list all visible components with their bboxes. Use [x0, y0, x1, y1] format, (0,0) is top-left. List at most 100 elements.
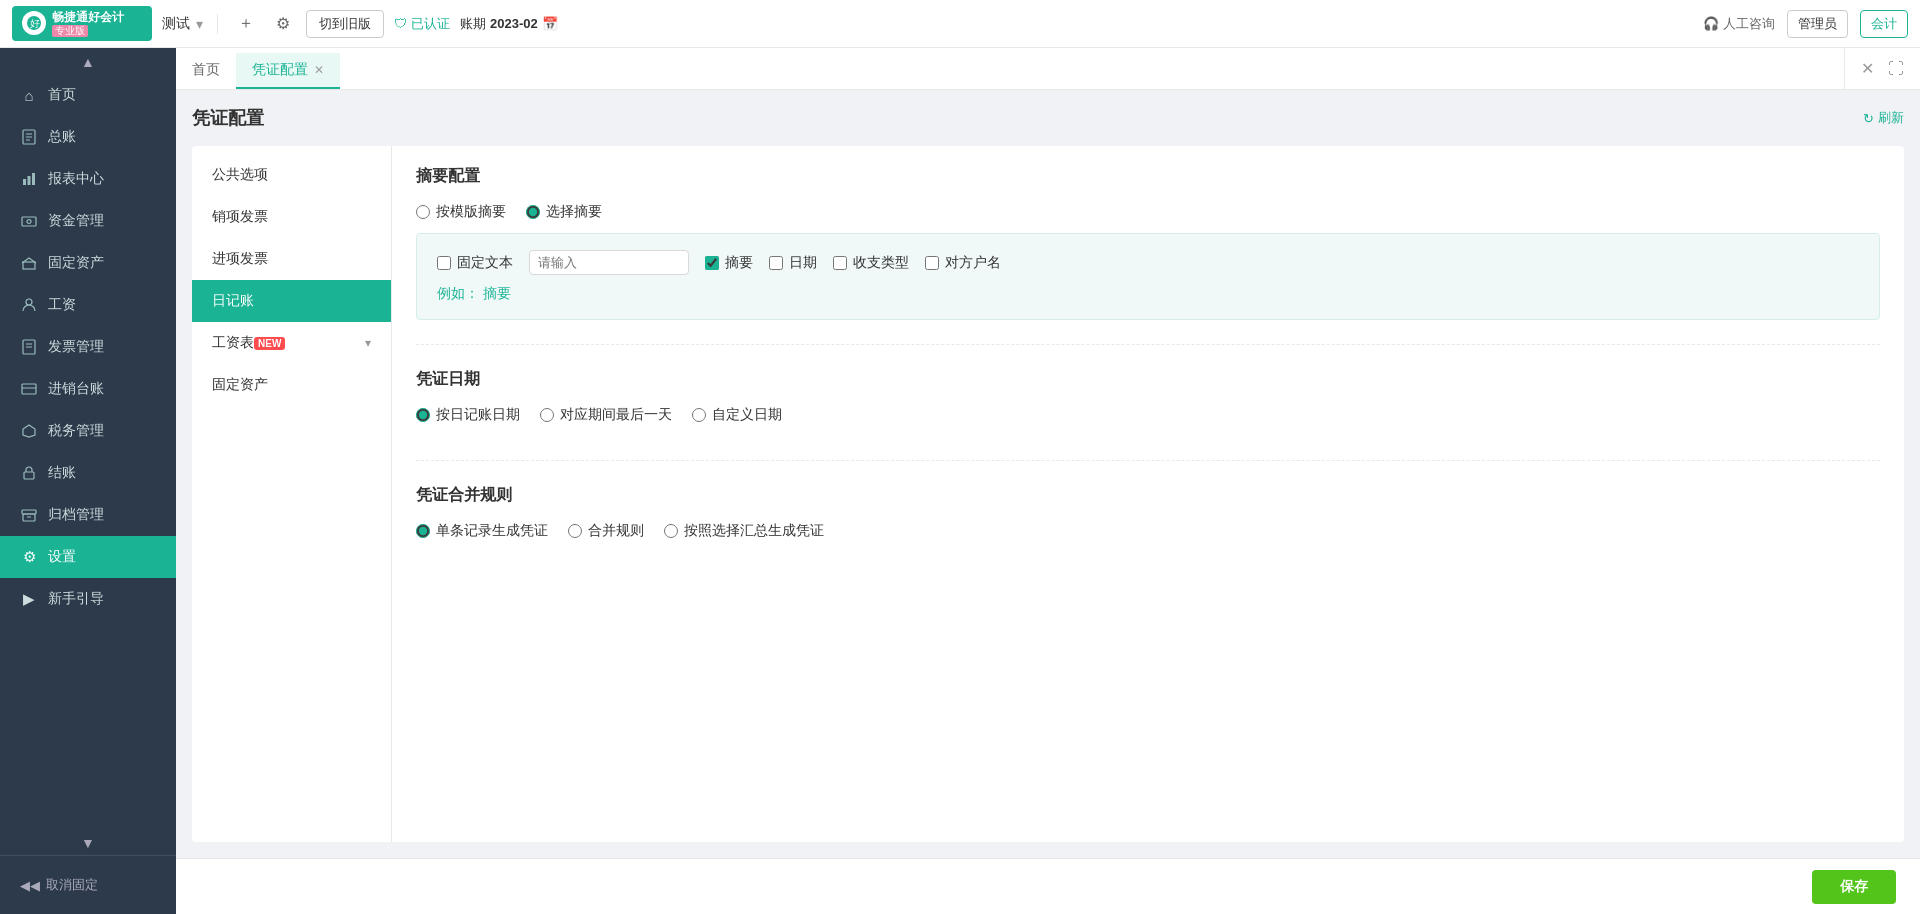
- footer-bar: 保存: [176, 858, 1920, 914]
- salary-icon: [20, 296, 38, 314]
- date-journal-option[interactable]: 按日记账日期: [416, 406, 520, 424]
- merge-title: 凭证合并规则: [416, 485, 1880, 506]
- left-menu-item-journal[interactable]: 日记账: [192, 280, 391, 322]
- example-prefix: 例如：: [437, 285, 479, 301]
- left-menu-item-purchase-invoice[interactable]: 进项发票: [192, 238, 391, 280]
- date-custom-option[interactable]: 自定义日期: [692, 406, 782, 424]
- pro-badge: 专业版: [52, 25, 88, 37]
- sidebar-item-ledger[interactable]: 总账: [0, 116, 176, 158]
- tab-close-button[interactable]: ✕: [1857, 57, 1878, 80]
- fixed-text-input[interactable]: [529, 250, 689, 275]
- workspace-dropdown-icon[interactable]: ▾: [196, 16, 203, 32]
- summary-checkbox[interactable]: [705, 256, 719, 270]
- counterparty-checkbox-label[interactable]: 对方户名: [925, 254, 1001, 272]
- date-journal-label: 按日记账日期: [436, 406, 520, 424]
- summary-template-option[interactable]: 按模版摘要: [416, 203, 506, 221]
- date-label: 日期: [789, 254, 817, 272]
- date-checkbox-label[interactable]: 日期: [769, 254, 817, 272]
- period-info: 账期 2023-02 📅: [460, 15, 558, 33]
- settings-icon: ⚙: [20, 548, 38, 566]
- refresh-button[interactable]: ↻ 刷新: [1863, 109, 1904, 127]
- sidebar-item-label: 资金管理: [48, 212, 104, 230]
- date-checkbox[interactable]: [769, 256, 783, 270]
- sidebar-item-home[interactable]: ⌂ 首页: [0, 74, 176, 116]
- summary-title: 摘要配置: [416, 166, 1880, 187]
- sidebar-item-label: 固定资产: [48, 254, 104, 272]
- merge-rule-radio[interactable]: [568, 524, 582, 538]
- sidebar-item-tax[interactable]: 税务管理: [0, 410, 176, 452]
- sidebar-item-label: 工资: [48, 296, 76, 314]
- merge-single-option[interactable]: 单条记录生成凭证: [416, 522, 548, 540]
- settings-button[interactable]: ⚙: [270, 10, 296, 37]
- divider-1: [217, 14, 218, 34]
- sidebar-item-report[interactable]: 报表中心: [0, 158, 176, 200]
- sidebar-item-cash[interactable]: 资金管理: [0, 200, 176, 242]
- merge-select-summary-label: 按照选择汇总生成凭证: [684, 522, 824, 540]
- merge-rule-option[interactable]: 合并规则: [568, 522, 644, 540]
- svg-rect-8: [32, 173, 35, 185]
- summary-template-radio[interactable]: [416, 205, 430, 219]
- section-date: 凭证日期 按日记账日期 对应期间最后一天: [416, 369, 1880, 461]
- sidebar-item-archive[interactable]: 归档管理: [0, 494, 176, 536]
- logo-icon: 好: [22, 11, 46, 35]
- date-period-last-option[interactable]: 对应期间最后一天: [540, 406, 672, 424]
- pin-button[interactable]: ◀◀ 取消固定: [0, 866, 176, 904]
- save-button[interactable]: 保存: [1812, 870, 1896, 904]
- support-button[interactable]: 🎧 人工咨询: [1703, 15, 1775, 33]
- tab-close-icon[interactable]: ✕: [314, 63, 324, 77]
- date-custom-radio[interactable]: [692, 408, 706, 422]
- example-value: 摘要: [483, 285, 511, 301]
- svg-point-10: [27, 220, 31, 224]
- sidebar-item-sales[interactable]: 进销台账: [0, 368, 176, 410]
- section-merge: 凭证合并规则 单条记录生成凭证 合并规则: [416, 485, 1880, 576]
- fixed-text-checkbox[interactable]: [437, 256, 451, 270]
- sidebar-item-guide[interactable]: ▶ 新手引导: [0, 578, 176, 620]
- sidebar-scroll-up[interactable]: ▲: [0, 50, 176, 74]
- example-row: 例如： 摘要: [437, 285, 1859, 303]
- counterparty-label: 对方户名: [945, 254, 1001, 272]
- fixed-text-checkbox-label[interactable]: 固定文本: [437, 254, 513, 272]
- add-button[interactable]: ＋: [232, 9, 260, 38]
- svg-rect-9: [22, 217, 36, 226]
- left-menu-item-fixed-assets[interactable]: 固定资产: [192, 364, 391, 406]
- tab-voucher-config[interactable]: 凭证配置 ✕: [236, 53, 340, 89]
- merge-select-summary-radio[interactable]: [664, 524, 678, 538]
- summary-select-radio[interactable]: [526, 205, 540, 219]
- workspace-name[interactable]: 测试 ▾: [162, 15, 203, 33]
- left-menu-item-sales-invoice[interactable]: 销项发票: [192, 196, 391, 238]
- sidebar-item-label: 新手引导: [48, 590, 104, 608]
- summary-checkbox-label[interactable]: 摘要: [705, 254, 753, 272]
- counterparty-checkbox[interactable]: [925, 256, 939, 270]
- user-button[interactable]: 管理员: [1787, 10, 1848, 38]
- payroll-label: 工资表NEW: [212, 334, 285, 352]
- switch-version-button[interactable]: 切到旧版: [306, 10, 384, 38]
- sidebar-scroll: ⌂ 首页 总账 报表中心 资金管理: [0, 74, 176, 831]
- role-button[interactable]: 会计: [1860, 10, 1908, 38]
- sidebar-item-invoice[interactable]: 发票管理: [0, 326, 176, 368]
- merge-single-radio[interactable]: [416, 524, 430, 538]
- expand-arrow-icon: ▾: [365, 336, 371, 350]
- sidebar-item-salary[interactable]: 工资: [0, 284, 176, 326]
- merge-select-summary-option[interactable]: 按照选择汇总生成凭证: [664, 522, 824, 540]
- date-custom-label: 自定义日期: [712, 406, 782, 424]
- left-menu-item-public[interactable]: 公共选项: [192, 154, 391, 196]
- merge-single-label: 单条记录生成凭证: [436, 522, 548, 540]
- tab-expand-button[interactable]: ⛶: [1884, 58, 1908, 80]
- sidebar-item-closing[interactable]: 结账: [0, 452, 176, 494]
- cashtype-checkbox-label[interactable]: 收支类型: [833, 254, 909, 272]
- date-period-last-radio[interactable]: [540, 408, 554, 422]
- tab-home[interactable]: 首页: [176, 53, 236, 89]
- closing-icon: [20, 464, 38, 482]
- date-period-last-label: 对应期间最后一天: [560, 406, 672, 424]
- sidebar-item-label: 发票管理: [48, 338, 104, 356]
- sidebar-scroll-down[interactable]: ▼: [0, 831, 176, 855]
- calendar-icon[interactable]: 📅: [542, 16, 558, 31]
- summary-select-option[interactable]: 选择摘要: [526, 203, 602, 221]
- sidebar-item-settings[interactable]: ⚙ 设置: [0, 536, 176, 578]
- date-journal-radio[interactable]: [416, 408, 430, 422]
- left-menu-item-payroll[interactable]: 工资表NEW ▾: [192, 322, 391, 364]
- report-icon: [20, 170, 38, 188]
- fixed-text-label: 固定文本: [457, 254, 513, 272]
- cashtype-checkbox[interactable]: [833, 256, 847, 270]
- sidebar-item-assets[interactable]: 固定资产: [0, 242, 176, 284]
